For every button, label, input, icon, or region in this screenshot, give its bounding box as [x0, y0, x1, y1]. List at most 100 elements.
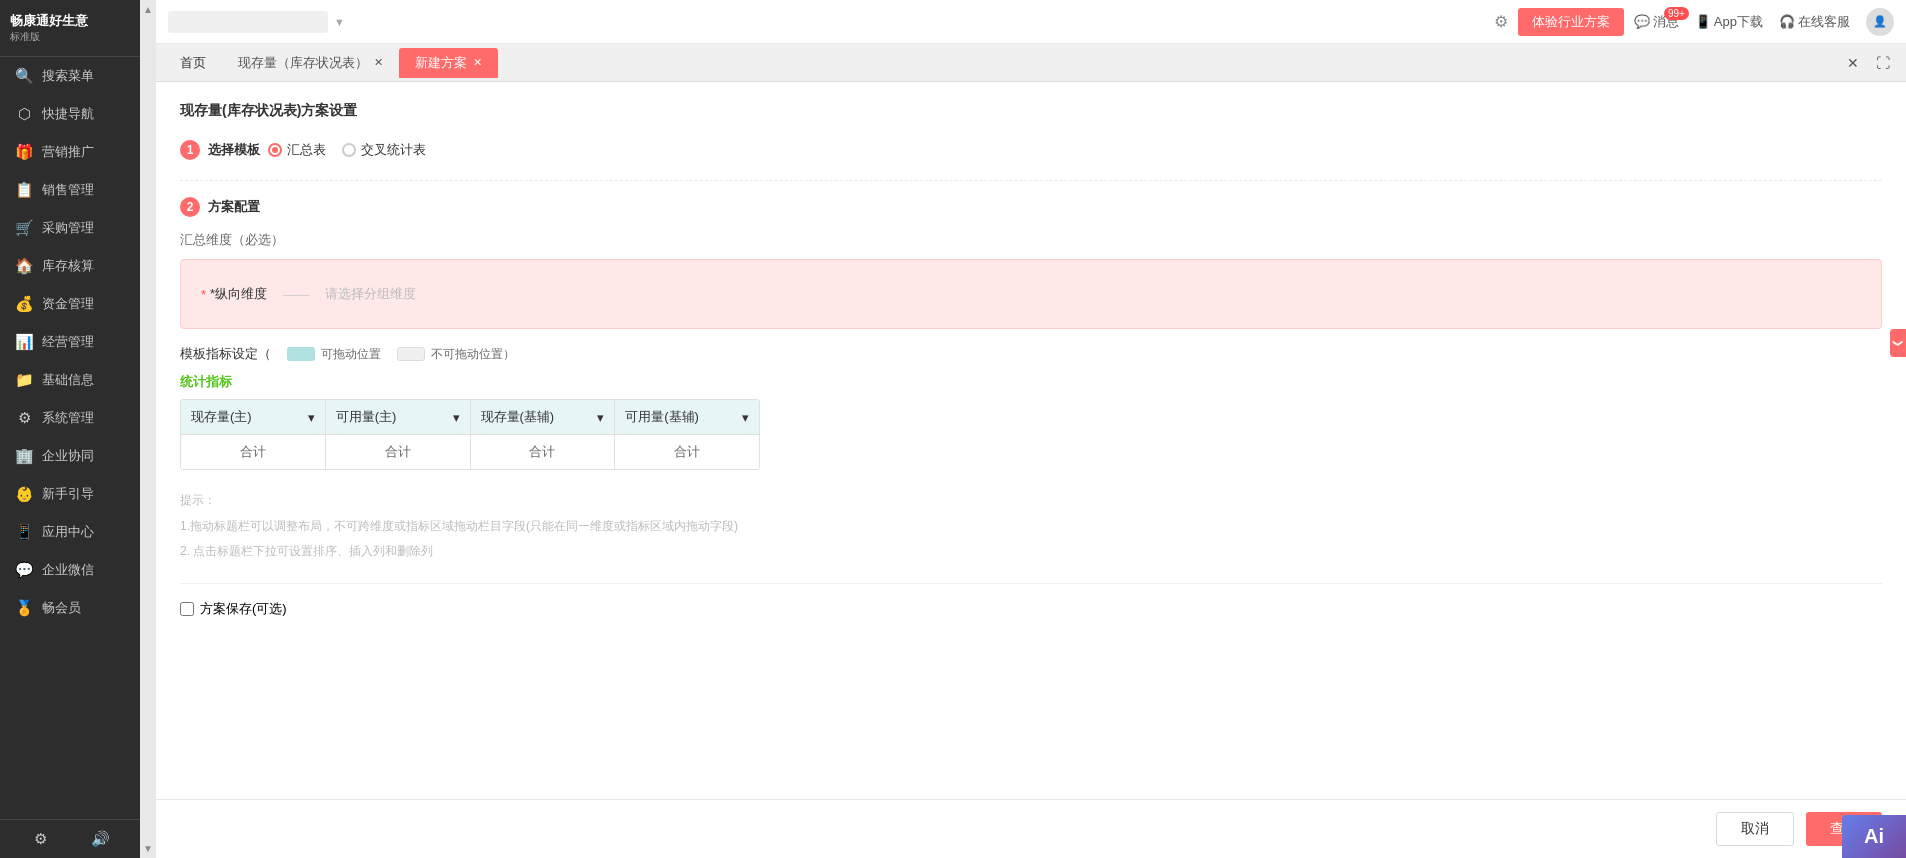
sidebar-item-operations[interactable]: 📊 经营管理	[0, 323, 140, 361]
scroll-up-btn[interactable]: ▲	[143, 4, 153, 15]
sidebar-item-finance[interactable]: 💰 资金管理	[0, 285, 140, 323]
building-icon: 🏢	[14, 447, 34, 465]
tab-new-plan-close-icon[interactable]: ✕	[473, 56, 482, 69]
save-checkbox[interactable]	[180, 602, 194, 616]
section-config-num: 2	[180, 197, 200, 217]
ai-button[interactable]: Ai	[1842, 815, 1906, 858]
sidebar-item-label: 应用中心	[42, 523, 94, 541]
tab-home[interactable]: 首页	[164, 48, 222, 78]
hints-section: 提示： 1.拖动标题栏可以调整布局，不可跨维度或指标区域拖动栏目字段(只能在同一…	[180, 490, 1882, 563]
stats-header-row: 现存量(主) ▾ 可用量(主) ▾ 现存量(基辅) ▾	[181, 400, 759, 434]
message-icon: 💬	[1634, 14, 1650, 29]
sidebar-item-purchase[interactable]: 🛒 采购管理	[0, 209, 140, 247]
sidebar-item-label: 企业微信	[42, 561, 94, 579]
stats-header-current-aux[interactable]: 现存量(基辅) ▾	[471, 400, 616, 434]
sidebar-item-member[interactable]: 🏅 畅会员	[0, 589, 140, 627]
bottom-bar: 取消 查询	[156, 799, 1906, 858]
cart-icon: 🛒	[14, 219, 34, 237]
volume-icon[interactable]: 🔊	[90, 830, 110, 848]
required-mark: *	[201, 287, 206, 302]
section-config: 2 方案配置 汇总维度（必选） * *纵向维度 —— 请选择分组维度 模板指标设…	[180, 197, 1882, 563]
app-download-label: App下载	[1714, 13, 1763, 31]
available-aux-dropdown-icon[interactable]: ▾	[742, 410, 749, 425]
stats-body-row: 合计 合计 合计 合计	[181, 434, 759, 469]
sidebar-item-search[interactable]: 🔍 搜索菜单	[0, 57, 140, 95]
dimension-box[interactable]: * *纵向维度 —— 请选择分组维度	[180, 259, 1882, 329]
sidebar-item-label: 系统管理	[42, 409, 94, 427]
sidebar-item-sales[interactable]: 📋 销售管理	[0, 171, 140, 209]
sidebar-item-label: 营销推广	[42, 143, 94, 161]
available-main-label: 可用量(主)	[336, 408, 397, 426]
section-divider	[180, 180, 1882, 181]
house-icon: 🏠	[14, 257, 34, 275]
stats-title: 统计指标	[180, 373, 1882, 391]
tab-inventory-status[interactable]: 现存量（库存状况表） ✕	[222, 48, 399, 78]
tab-new-plan[interactable]: 新建方案 ✕	[399, 48, 498, 78]
online-service-btn[interactable]: 🎧 在线客服	[1779, 13, 1850, 31]
sidebar-item-wechat[interactable]: 💬 企业微信	[0, 551, 140, 589]
sidebar-item-newbie[interactable]: 👶 新手引导	[0, 475, 140, 513]
sidebar-logo: 畅康通好生意 标准版	[0, 0, 140, 57]
radio-cross[interactable]: 交叉统计表	[342, 141, 426, 159]
scroll-down-btn[interactable]: ▼	[143, 843, 153, 854]
main-area: ▼ ⚙ 体验行业方案 💬 消息 99+ 📱 App下载 🎧 在线客服 👤	[156, 0, 1906, 858]
sidebar-item-basic[interactable]: 📁 基础信息	[0, 361, 140, 399]
chart-icon: 📊	[14, 333, 34, 351]
gear-icon: ⚙	[14, 409, 34, 427]
right-edge-icon: ❯	[1893, 339, 1904, 347]
stats-header-current-main[interactable]: 现存量(主) ▾	[181, 400, 326, 434]
legend-non-draggable: 不可拖动位置）	[397, 346, 515, 363]
content-wrapper: 现存量(库存状况表)方案设置 1 选择模板 汇总表 交叉统计表	[156, 82, 1906, 858]
tabbar: 首页 现存量（库存状况表） ✕ 新建方案 ✕ ✕ ⛶	[156, 44, 1906, 82]
section-template: 1 选择模板 汇总表 交叉统计表	[180, 140, 1882, 160]
trial-btn[interactable]: 体验行业方案	[1518, 8, 1624, 36]
radio-cross-label: 交叉统计表	[361, 141, 426, 159]
section-config-label: 方案配置	[208, 198, 260, 216]
sidebar-item-enterprise[interactable]: 🏢 企业协同	[0, 437, 140, 475]
sidebar-item-marketing[interactable]: 🎁 营销推广	[0, 133, 140, 171]
sidebar-item-inventory[interactable]: 🏠 库存核算	[0, 247, 140, 285]
message-icon-btn[interactable]: 💬 消息 99+	[1634, 13, 1679, 31]
section-config-header: 2 方案配置	[180, 197, 1882, 217]
stats-cell-1: 合计	[181, 435, 326, 469]
folder-icon: 📁	[14, 371, 34, 389]
user-avatar[interactable]: 👤	[1866, 8, 1894, 36]
radio-summary[interactable]: 汇总表	[268, 141, 326, 159]
medal-icon: 🏅	[14, 599, 34, 617]
expand-window-btn[interactable]: ⛶	[1868, 49, 1898, 77]
topbar-search: ▼	[168, 11, 1484, 33]
search-input[interactable]	[168, 11, 328, 33]
available-main-dropdown-icon[interactable]: ▾	[453, 410, 460, 425]
app-download-btn[interactable]: 📱 App下载	[1695, 13, 1763, 31]
sidebar-nav: 🔍 搜索菜单 ⬡ 快捷导航 🎁 营销推广 📋 销售管理 🛒 采购管理 🏠 库存核…	[0, 57, 140, 819]
sidebar-item-shortcut[interactable]: ⬡ 快捷导航	[0, 95, 140, 133]
available-aux-label: 可用量(基辅)	[625, 408, 699, 426]
cancel-button[interactable]: 取消	[1716, 812, 1794, 846]
sidebar-item-system[interactable]: ⚙ 系统管理	[0, 399, 140, 437]
sidebar-item-label: 资金管理	[42, 295, 94, 313]
settings-icon[interactable]: ⚙	[30, 830, 50, 848]
section-template-header: 1 选择模板 汇总表 交叉统计表	[180, 140, 1882, 160]
page-content: 现存量(库存状况表)方案设置 1 选择模板 汇总表 交叉统计表	[156, 82, 1906, 799]
indicator-setting-label: 模板指标设定（	[180, 345, 271, 363]
sidebar-item-label: 采购管理	[42, 219, 94, 237]
current-aux-dropdown-icon[interactable]: ▾	[597, 410, 604, 425]
search-icon: 🔍	[14, 67, 34, 85]
close-window-btn[interactable]: ✕	[1838, 49, 1868, 77]
topbar-right: 💬 消息 99+ 📱 App下载 🎧 在线客服 👤	[1634, 8, 1894, 36]
gift-icon: 🎁	[14, 143, 34, 161]
sidebar-item-apps[interactable]: 📱 应用中心	[0, 513, 140, 551]
stats-header-available-aux[interactable]: 可用量(基辅) ▾	[615, 400, 759, 434]
current-main-dropdown-icon[interactable]: ▾	[308, 410, 315, 425]
radio-summary-dot	[268, 143, 282, 157]
dimension-placeholder: 请选择分组维度	[325, 285, 416, 303]
tab-inventory-close-icon[interactable]: ✕	[374, 56, 383, 69]
stats-header-available-main[interactable]: 可用量(主) ▾	[326, 400, 471, 434]
mobile-icon: 📱	[14, 523, 34, 541]
radio-summary-label: 汇总表	[287, 141, 326, 159]
hint-2: 2. 点击标题栏下拉可设置排序、插入列和删除列	[180, 541, 1882, 563]
right-edge-handle[interactable]: ❯	[1890, 329, 1906, 357]
stats-table: 现存量(主) ▾ 可用量(主) ▾ 现存量(基辅) ▾	[180, 399, 760, 470]
topbar: ▼ ⚙ 体验行业方案 💬 消息 99+ 📱 App下载 🎧 在线客服 👤	[156, 0, 1906, 44]
topbar-gear-icon[interactable]: ⚙	[1494, 12, 1508, 31]
